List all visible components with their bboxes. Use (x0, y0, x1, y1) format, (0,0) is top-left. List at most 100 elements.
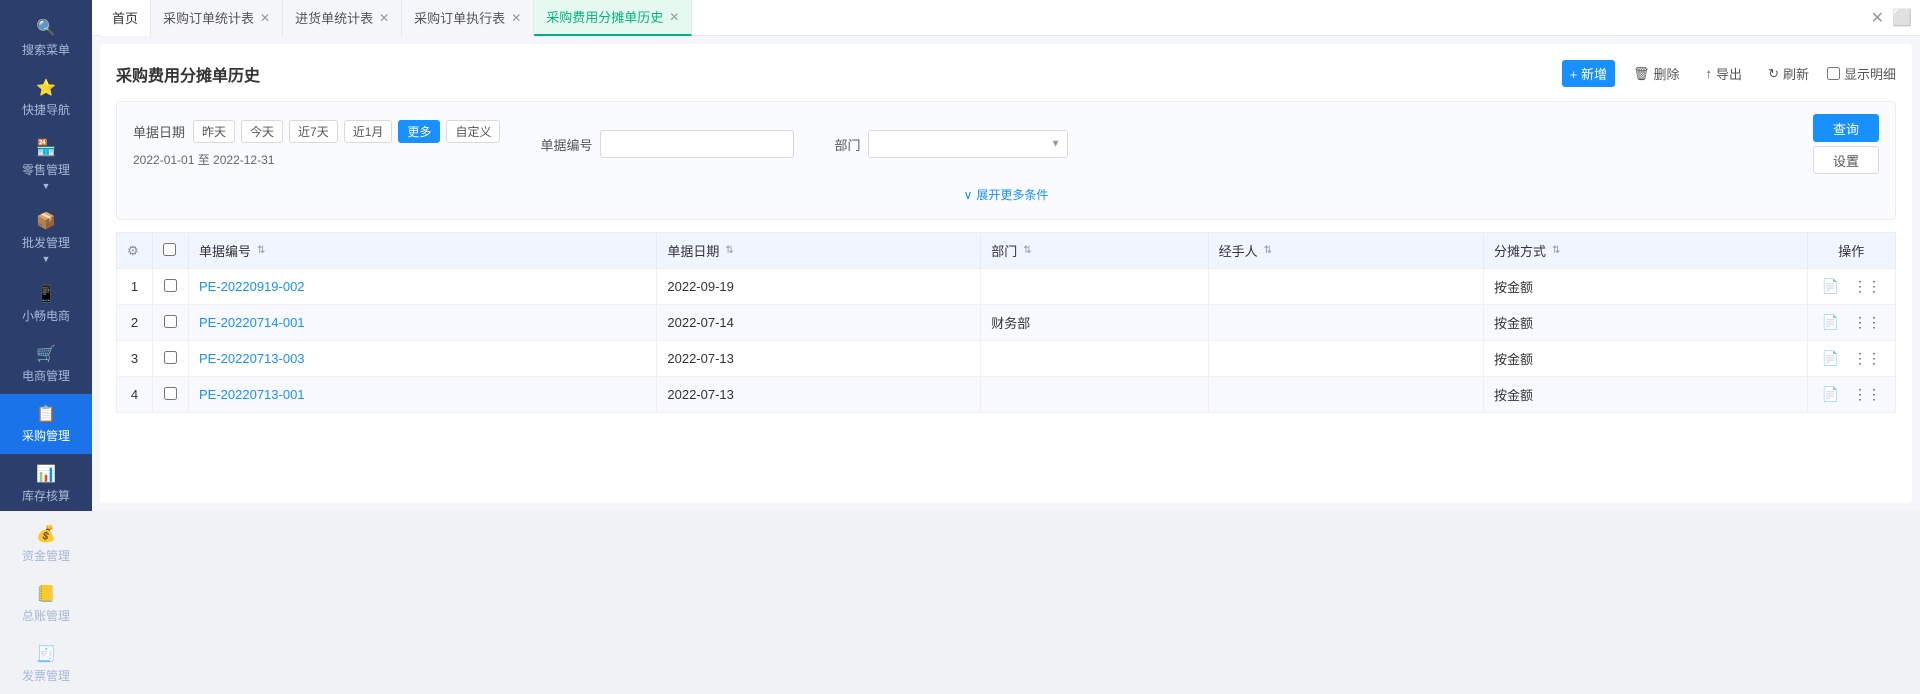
more-action-icon[interactable]: ⋮⋮ (1849, 348, 1885, 369)
row-index: 1 (117, 269, 153, 305)
tab-purchase-order-stat[interactable]: 采购订单统计表 ✕ (151, 0, 283, 36)
th-doc-no[interactable]: 单据编号 ⇅ (189, 233, 657, 269)
row-doc-date: 2022-07-13 (657, 341, 981, 377)
tab-label: 采购费用分摊单历史 (546, 7, 663, 26)
sidebar-item-invoice[interactable]: 🧾 发票管理 (0, 634, 92, 694)
expand-conditions-button[interactable]: ∨ 展开更多条件 (952, 182, 1061, 207)
export-button[interactable]: ↑ 导出 (1698, 60, 1751, 87)
row-index: 3 (117, 341, 153, 377)
today-btn[interactable]: 今天 (241, 120, 283, 143)
row-select-checkbox[interactable] (164, 351, 177, 364)
sort-handler-icon[interactable]: ⇅ (1264, 245, 1272, 256)
row-handler (1208, 377, 1483, 413)
select-all-checkbox[interactable] (163, 243, 176, 256)
row-checkbox (153, 269, 189, 305)
sidebar-item-purchase[interactable]: 📋 采购管理 (0, 394, 92, 454)
more-action-icon[interactable]: ⋮⋮ (1849, 312, 1885, 333)
ledger-icon: 📒 (36, 584, 56, 604)
row-doc-no: PE-20220713-001 (189, 377, 657, 413)
doc-no-link[interactable]: PE-20220713-001 (199, 387, 305, 402)
tab-label: 进货单统计表 (295, 8, 373, 27)
sort-doc-no-icon[interactable]: ⇅ (257, 245, 265, 256)
th-settings[interactable]: ⚙ (117, 233, 153, 269)
sidebar-item-label: 批发管理 (22, 234, 70, 251)
sidebar-item-wholesale[interactable]: 📦 批发管理 ▼ (0, 201, 92, 274)
sort-dept-icon[interactable]: ⇅ (1023, 245, 1031, 256)
th-handler[interactable]: 经手人 ⇅ (1208, 233, 1483, 269)
tab-close-icon[interactable]: ✕ (511, 12, 521, 24)
row-select-checkbox[interactable] (164, 279, 177, 292)
purchase-icon: 📋 (36, 404, 56, 424)
add-button[interactable]: + 新增 (1562, 60, 1615, 87)
sidebar-item-finance[interactable]: 💰 资金管理 (0, 514, 92, 574)
maximize-icon[interactable]: ⬜ (1892, 8, 1912, 28)
docno-input[interactable] (600, 130, 794, 158)
tab-label: 采购订单执行表 (414, 8, 505, 27)
sort-split-method-icon[interactable]: ⇅ (1552, 245, 1560, 256)
yesterday-btn[interactable]: 昨天 (193, 120, 235, 143)
sidebar-item-label: 发票管理 (22, 667, 70, 684)
show-columns-checkbox[interactable]: 显示明细 (1827, 64, 1896, 83)
chevron-down-icon: ▼ (42, 254, 51, 264)
close-window-icon[interactable]: ✕ (1871, 8, 1884, 28)
delete-button[interactable]: 🗑 删除 (1625, 60, 1688, 87)
row-dept (981, 341, 1208, 377)
tab-goods-in-stat[interactable]: 进货单统计表 ✕ (283, 0, 402, 36)
settings-icon[interactable]: ⚙ (127, 243, 139, 258)
delete-icon: 🗑 (1633, 66, 1650, 82)
sidebar-item-mini-app[interactable]: 📱 小畅电商 (0, 274, 92, 334)
more-action-icon[interactable]: ⋮⋮ (1849, 384, 1885, 405)
th-split-method[interactable]: 分摊方式 ⇅ (1483, 233, 1807, 269)
docno-filter-label: 单据编号 (540, 135, 592, 154)
more-action-icon[interactable]: ⋮⋮ (1849, 276, 1885, 297)
expand-row: ∨ 展开更多条件 (133, 182, 1879, 207)
doc-no-link[interactable]: PE-20220919-002 (199, 279, 305, 294)
dept-filter-group: 部门 财务部 (834, 130, 1068, 158)
dept-select[interactable]: 财务部 (868, 130, 1068, 158)
tab-purchase-cost-history[interactable]: 采购费用分摊单历史 ✕ (534, 0, 692, 36)
dept-filter-label: 部门 (834, 135, 860, 154)
view-action-icon[interactable]: 📄 (1818, 348, 1843, 369)
sidebar-item-retail[interactable]: 🏪 零售管理 ▼ (0, 128, 92, 201)
table-body: 1 PE-20220919-002 2022-09-19 按金额 📄 ⋮⋮ 2 … (117, 269, 1896, 413)
row-checkbox (153, 305, 189, 341)
row-doc-no: PE-20220919-002 (189, 269, 657, 305)
inventory-icon: 📊 (36, 464, 56, 484)
show-columns-input[interactable] (1827, 67, 1840, 80)
sort-doc-date-icon[interactable]: ⇅ (725, 245, 733, 256)
sidebar-item-inventory[interactable]: 📊 库存核算 (0, 454, 92, 514)
doc-no-link[interactable]: PE-20220713-003 (199, 351, 305, 366)
view-action-icon[interactable]: 📄 (1818, 384, 1843, 405)
tab-close-icon[interactable]: ✕ (379, 12, 389, 24)
sidebar-item-quick-nav[interactable]: ⭐ 快捷导航 (0, 68, 92, 128)
mini-app-icon: 📱 (36, 284, 56, 304)
row-select-checkbox[interactable] (164, 387, 177, 400)
search-button[interactable]: 查询 (1813, 114, 1879, 142)
filter-settings-button[interactable]: 设置 (1813, 146, 1879, 174)
tab-close-icon[interactable]: ✕ (260, 12, 270, 24)
sidebar-item-search[interactable]: 🔍 搜索菜单 (0, 8, 92, 68)
refresh-button[interactable]: ↻ 刷新 (1760, 60, 1817, 87)
last1month-btn[interactable]: 近1月 (344, 120, 393, 143)
date-range-text: 2022-01-01 至 2022-12-31 (133, 151, 274, 168)
view-action-icon[interactable]: 📄 (1818, 276, 1843, 297)
sidebar-item-label: 采购管理 (22, 427, 70, 444)
wholesale-icon: 📦 (36, 211, 56, 231)
last7days-btn[interactable]: 近7天 (289, 120, 338, 143)
row-select-checkbox[interactable] (164, 315, 177, 328)
row-index: 2 (117, 305, 153, 341)
th-dept[interactable]: 部门 ⇅ (981, 233, 1208, 269)
tab-home[interactable]: 首页 (100, 0, 151, 36)
retail-icon: 🏪 (36, 138, 56, 158)
doc-no-link[interactable]: PE-20220714-001 (199, 315, 305, 330)
tab-purchase-order-exec[interactable]: 采购订单执行表 ✕ (402, 0, 534, 36)
ecommerce-icon: 🛒 (36, 344, 56, 364)
more-btn[interactable]: 更多 (398, 120, 440, 143)
th-doc-date[interactable]: 单据日期 ⇅ (657, 233, 981, 269)
tab-close-icon[interactable]: ✕ (669, 11, 679, 23)
custom-btn[interactable]: 自定义 (446, 120, 500, 143)
sidebar-item-ledger[interactable]: 📒 总账管理 (0, 574, 92, 634)
row-actions: 📄 ⋮⋮ (1807, 305, 1895, 341)
view-action-icon[interactable]: 📄 (1818, 312, 1843, 333)
sidebar-item-ecommerce[interactable]: 🛒 电商管理 (0, 334, 92, 394)
